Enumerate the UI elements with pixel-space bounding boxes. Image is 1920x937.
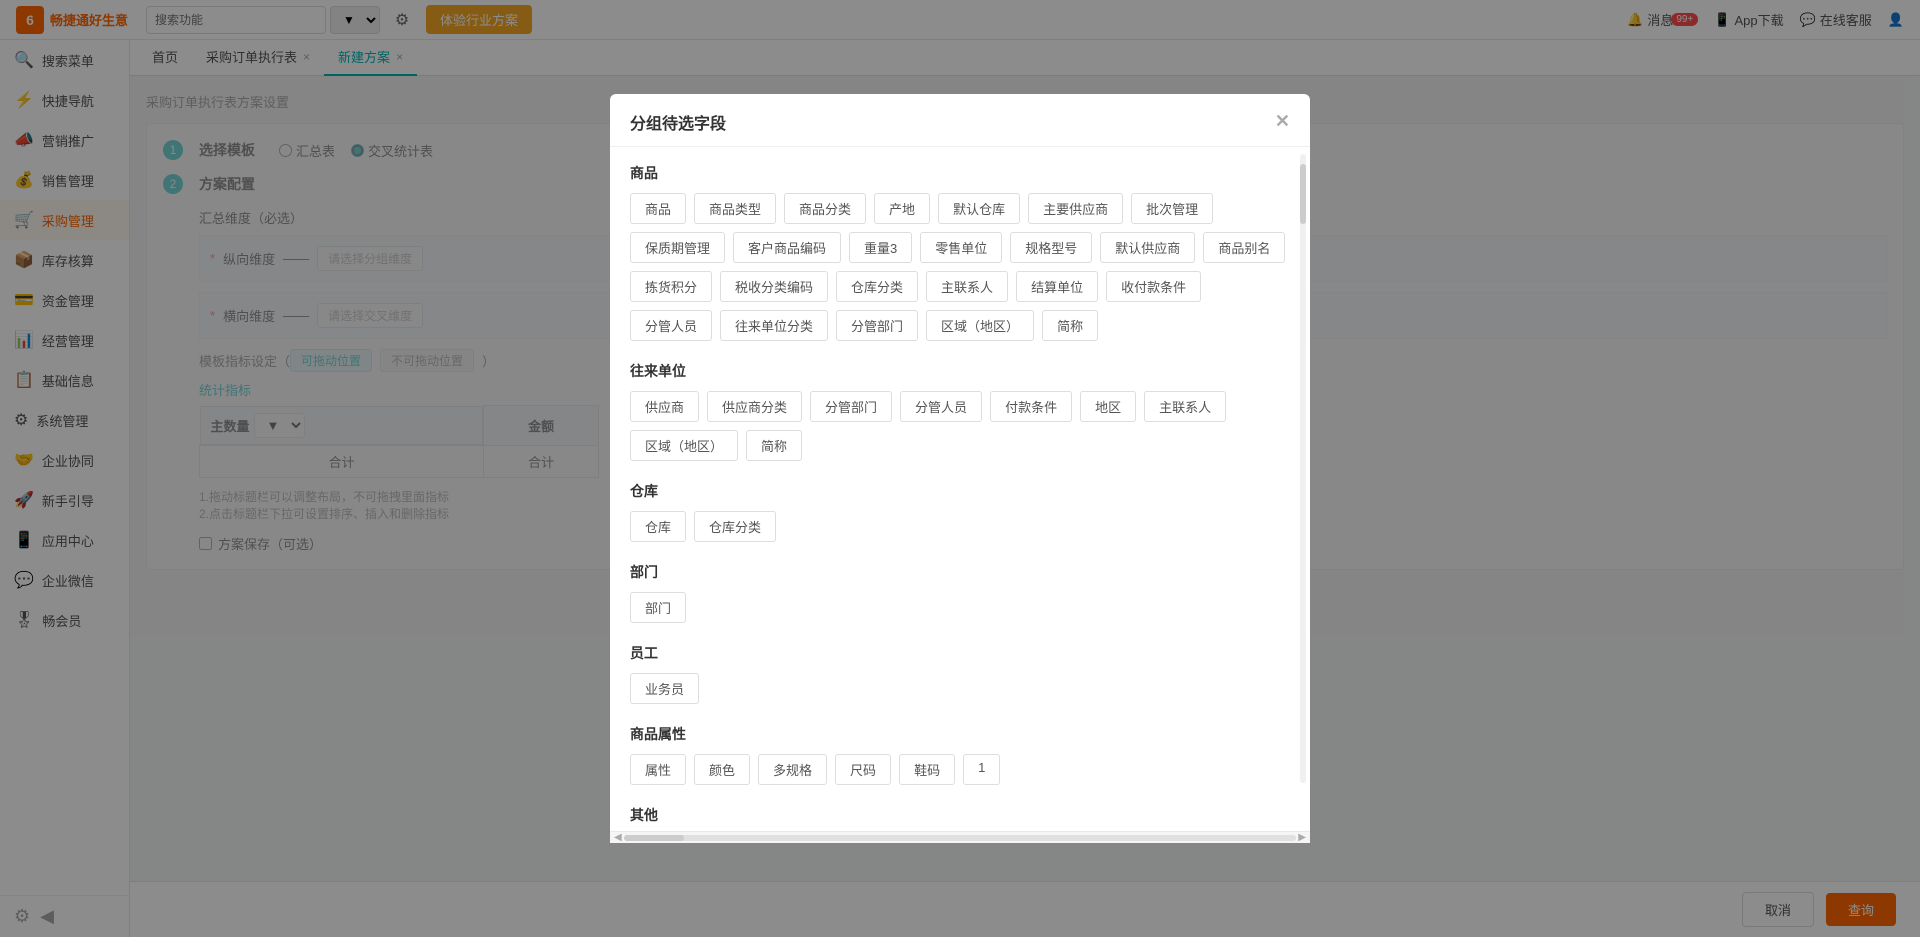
group-title-dept: 部门 — [630, 562, 1290, 582]
field-tag[interactable]: 产地 — [874, 193, 930, 224]
field-tag[interactable]: 颜色 — [694, 754, 750, 785]
field-tag[interactable]: 简称 — [746, 430, 802, 461]
field-tag[interactable]: 保质期管理 — [630, 232, 725, 263]
field-group-dept: 部门 部门 — [630, 562, 1290, 623]
field-tags-attr: 属性 颜色 多规格 尺码 鞋码 1 — [630, 754, 1290, 785]
field-tag[interactable]: 1 — [963, 754, 1000, 785]
field-tag[interactable]: 规格型号 — [1010, 232, 1092, 263]
field-group-staff: 员工 业务员 — [630, 643, 1290, 704]
group-title-warehouse: 仓库 — [630, 481, 1290, 501]
field-tag[interactable]: 商品类型 — [694, 193, 776, 224]
field-tag[interactable]: 分管部门 — [836, 310, 918, 341]
field-tag[interactable]: 结算单位 — [1016, 271, 1098, 302]
group-title-attr: 商品属性 — [630, 724, 1290, 744]
field-tag[interactable]: 重量3 — [849, 232, 912, 263]
field-tag[interactable]: 分管人员 — [630, 310, 712, 341]
field-tag[interactable]: 商品 — [630, 193, 686, 224]
field-tags-partner: 供应商 供应商分类 分管部门 分管人员 付款条件 地区 主联系人 区域（地区） … — [630, 391, 1290, 461]
field-tag[interactable]: 主要供应商 — [1028, 193, 1123, 224]
field-tags-goods: 商品 商品类型 商品分类 产地 默认仓库 主要供应商 批次管理 保质期管理 客户… — [630, 193, 1290, 341]
modal-header: 分组待选字段 ✕ — [610, 94, 1310, 147]
hscroll-left-arrow[interactable]: ◀ — [612, 832, 624, 843]
field-tag[interactable]: 业务员 — [630, 673, 699, 704]
modal-vscroll-track — [1300, 154, 1306, 784]
field-tag[interactable]: 供应商分类 — [707, 391, 802, 422]
field-tags-staff: 业务员 — [630, 673, 1290, 704]
field-tag[interactable]: 默认仓库 — [938, 193, 1020, 224]
modal-vscroll-thumb[interactable] — [1300, 164, 1306, 224]
field-tag[interactable]: 拣货积分 — [630, 271, 712, 302]
field-tag[interactable]: 鞋码 — [899, 754, 955, 785]
field-tag[interactable]: 部门 — [630, 592, 686, 623]
field-tag[interactable]: 仓库分类 — [836, 271, 918, 302]
field-tag[interactable]: 税收分类编码 — [720, 271, 828, 302]
field-tag[interactable]: 尺码 — [835, 754, 891, 785]
field-tag[interactable]: 收付款条件 — [1106, 271, 1201, 302]
field-group-warehouse: 仓库 仓库 仓库分类 — [630, 481, 1290, 542]
field-tag[interactable]: 零售单位 — [920, 232, 1002, 263]
field-tag[interactable]: 商品别名 — [1203, 232, 1285, 263]
field-tag[interactable]: 分管部门 — [810, 391, 892, 422]
field-group-partner: 往来单位 供应商 供应商分类 分管部门 分管人员 付款条件 地区 主联系人 区域… — [630, 361, 1290, 461]
field-tag[interactable]: 批次管理 — [1131, 193, 1213, 224]
field-tags-dept: 部门 — [630, 592, 1290, 623]
field-group-goods: 商品 商品 商品类型 商品分类 产地 默认仓库 主要供应商 批次管理 保质期管理… — [630, 163, 1290, 341]
field-tag[interactable]: 区域（地区） — [926, 310, 1034, 341]
modal: 分组待选字段 ✕ 商品 商品 商品类型 商品分类 产地 默认仓库 主要供应商 批… — [610, 94, 1310, 844]
field-tag[interactable]: 地区 — [1080, 391, 1136, 422]
field-tag[interactable]: 分管人员 — [900, 391, 982, 422]
field-tag[interactable]: 商品分类 — [784, 193, 866, 224]
modal-body: 商品 商品 商品类型 商品分类 产地 默认仓库 主要供应商 批次管理 保质期管理… — [610, 147, 1310, 832]
field-tag[interactable]: 仓库分类 — [694, 511, 776, 542]
field-tag[interactable]: 客户商品编码 — [733, 232, 841, 263]
modal-overlay: 分组待选字段 ✕ 商品 商品 商品类型 商品分类 产地 默认仓库 主要供应商 批… — [0, 0, 1920, 937]
field-tag[interactable]: 多规格 — [758, 754, 827, 785]
group-title-partner: 往来单位 — [630, 361, 1290, 381]
hscroll-thumb[interactable] — [624, 835, 684, 841]
group-title-goods: 商品 — [630, 163, 1290, 183]
field-group-attr: 商品属性 属性 颜色 多规格 尺码 鞋码 1 — [630, 724, 1290, 785]
field-tag[interactable]: 区域（地区） — [630, 430, 738, 461]
hscroll-right-arrow[interactable]: ▶ — [1296, 832, 1308, 843]
field-tag[interactable]: 主联系人 — [1144, 391, 1226, 422]
hscroll-track — [624, 835, 1297, 841]
field-tags-warehouse: 仓库 仓库分类 — [630, 511, 1290, 542]
field-tag[interactable]: 往来单位分类 — [720, 310, 828, 341]
group-title-staff: 员工 — [630, 643, 1290, 663]
field-group-other: 其他 — [630, 805, 1290, 832]
group-title-other: 其他 — [630, 805, 1290, 825]
modal-close-button[interactable]: ✕ — [1275, 111, 1290, 132]
modal-title: 分组待选字段 — [630, 110, 726, 134]
field-tag[interactable]: 付款条件 — [990, 391, 1072, 422]
modal-hscroll: ◀ ▶ — [610, 831, 1310, 843]
field-tag[interactable]: 属性 — [630, 754, 686, 785]
field-tag[interactable]: 仓库 — [630, 511, 686, 542]
field-tag[interactable]: 简称 — [1042, 310, 1098, 341]
field-tag[interactable]: 供应商 — [630, 391, 699, 422]
field-tag[interactable]: 默认供应商 — [1100, 232, 1195, 263]
field-tag[interactable]: 主联系人 — [926, 271, 1008, 302]
